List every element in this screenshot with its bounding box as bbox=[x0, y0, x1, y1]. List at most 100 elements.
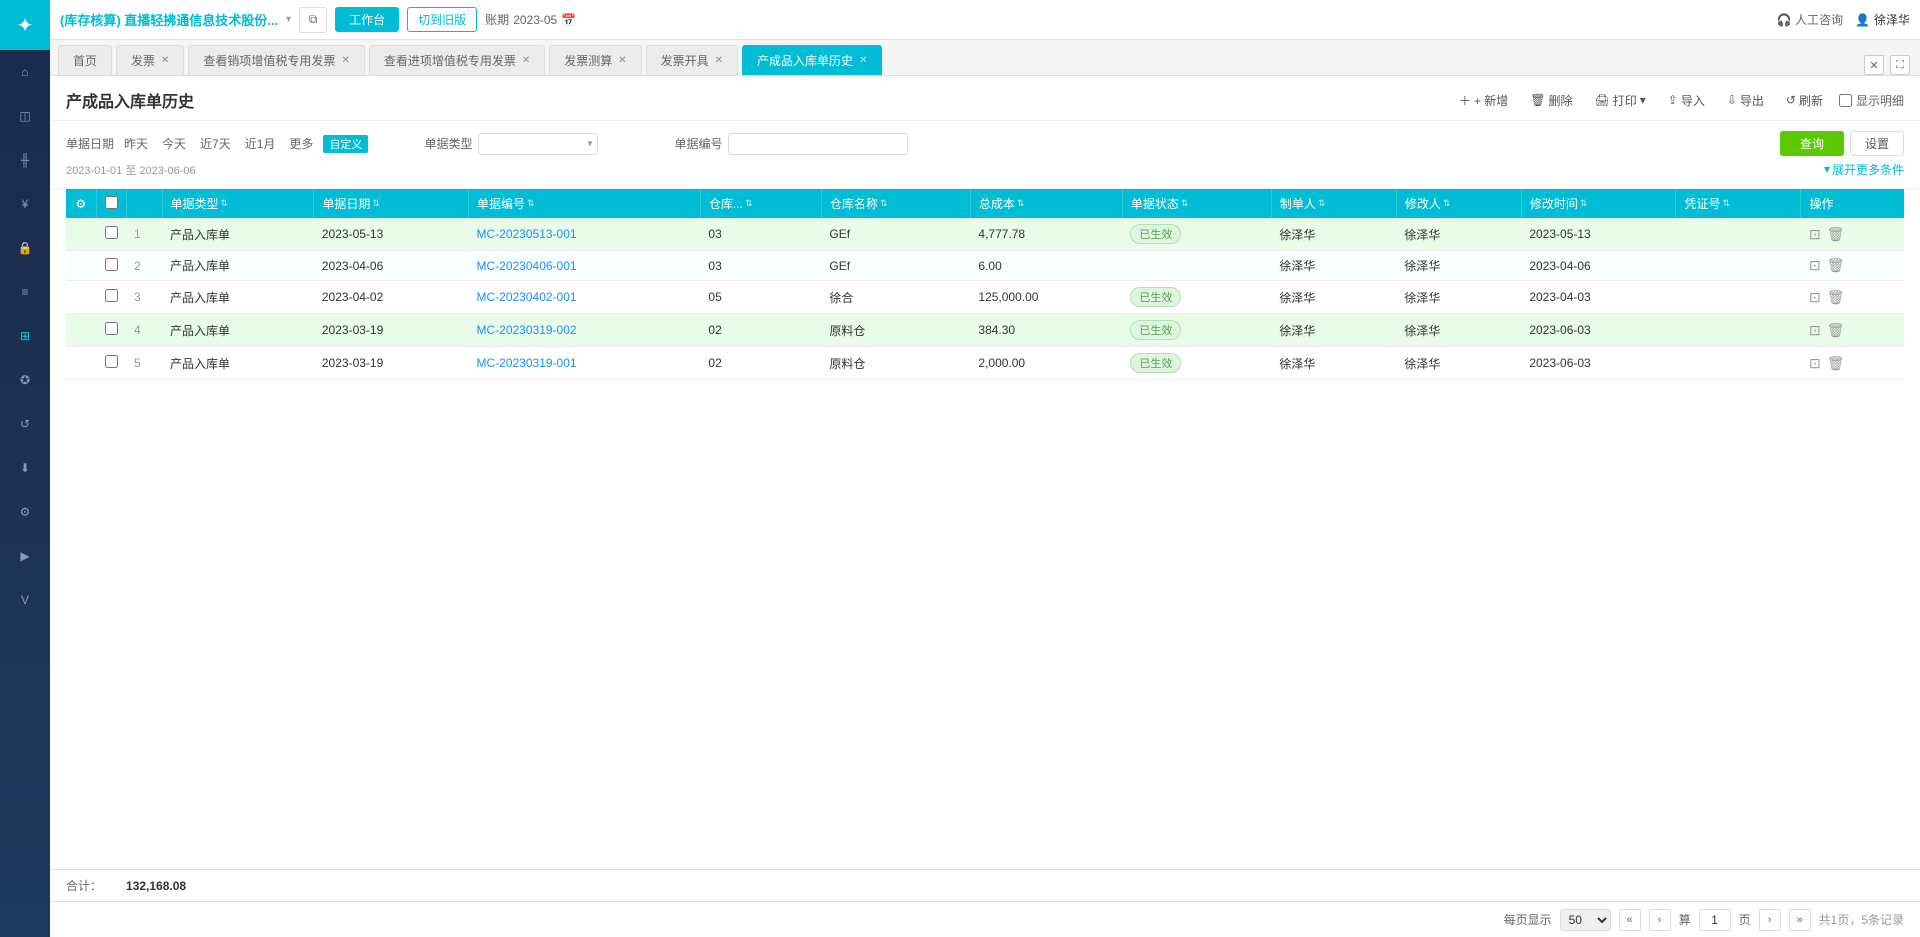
export-icon: ⇩ bbox=[1727, 93, 1737, 107]
export-button[interactable]: ⇩ 导出 bbox=[1721, 89, 1770, 112]
td-check[interactable] bbox=[96, 314, 126, 347]
sidebar-item-stamp[interactable]: ✪ bbox=[0, 358, 50, 402]
td-settings bbox=[66, 347, 96, 380]
tabbar: 首页 发票 ✕ 查看销项增值税专用发票 ✕ 查看进项增值税专用发票 ✕ 发票测算… bbox=[50, 40, 1920, 76]
th-checkbox[interactable] bbox=[96, 189, 126, 218]
custom-btn[interactable]: 自定义 bbox=[323, 135, 368, 153]
th-code[interactable]: 单据编号 ⇅ bbox=[469, 189, 701, 218]
workbench-button[interactable]: 工作台 bbox=[335, 7, 399, 32]
row-checkbox[interactable] bbox=[105, 355, 118, 368]
sidebar-item-settings[interactable]: ⚙ bbox=[0, 490, 50, 534]
trash-icon[interactable]: 🗑 bbox=[1827, 355, 1845, 372]
delete-button[interactable]: 🗑 删除 bbox=[1524, 89, 1578, 112]
tab-sales-invoice-close[interactable]: ✕ bbox=[341, 55, 349, 66]
sidebar-item-card[interactable]: ⊞ bbox=[0, 314, 50, 358]
tab-purchase-invoice[interactable]: 查看进项增值税专用发票 ✕ bbox=[369, 45, 545, 75]
month-btn[interactable]: 近1月 bbox=[241, 133, 280, 154]
td-check[interactable] bbox=[96, 281, 126, 314]
td-check[interactable] bbox=[96, 251, 126, 281]
set-button[interactable]: 设置 bbox=[1850, 131, 1904, 156]
tab-issue-close[interactable]: ✕ bbox=[715, 55, 723, 66]
td-date: 2023-03-19 bbox=[314, 314, 469, 347]
row-checkbox[interactable] bbox=[105, 226, 118, 239]
first-page-btn[interactable]: « bbox=[1619, 909, 1641, 931]
th-voucher[interactable]: 凭证号 ⇅ bbox=[1676, 189, 1801, 218]
query-button[interactable]: 查询 bbox=[1780, 131, 1844, 156]
sidebar-item-refresh[interactable]: ↺ bbox=[0, 402, 50, 446]
show-detail-checkbox[interactable] bbox=[1839, 94, 1852, 107]
th-type[interactable]: 单据类型 ⇅ bbox=[162, 189, 314, 218]
th-date[interactable]: 单据日期 ⇅ bbox=[314, 189, 469, 218]
per-page-select[interactable]: 50 100 bbox=[1560, 909, 1611, 931]
th-settings[interactable]: ⚙ bbox=[66, 189, 96, 218]
sidebar-item-download[interactable]: ⬇ bbox=[0, 446, 50, 490]
th-total-cost[interactable]: 总成本 ⇅ bbox=[970, 189, 1122, 218]
th-warehouse-code[interactable]: 仓库... ⇅ bbox=[700, 189, 821, 218]
type-select[interactable] bbox=[478, 133, 598, 155]
sidebar-item-play[interactable]: ▶ bbox=[0, 534, 50, 578]
support-label[interactable]: 🎧 人工咨询 bbox=[1777, 11, 1843, 28]
page-input[interactable] bbox=[1699, 909, 1731, 931]
next-page-btn[interactable]: › bbox=[1759, 909, 1781, 931]
th-modifier[interactable]: 修改人 ⇅ bbox=[1396, 189, 1521, 218]
row-checkbox[interactable] bbox=[105, 289, 118, 302]
expand-tabs-btn[interactable]: ⛶ bbox=[1890, 55, 1910, 75]
row-checkbox[interactable] bbox=[105, 322, 118, 335]
tab-history[interactable]: 产成品入库单历史 ✕ bbox=[742, 45, 882, 75]
prev-page-btn[interactable]: ‹ bbox=[1649, 909, 1671, 931]
print-button[interactable]: 🖨 打印 ▾ bbox=[1588, 89, 1651, 112]
edit-icon[interactable]: ⊡ bbox=[1809, 322, 1821, 339]
edit-icon[interactable]: ⊡ bbox=[1809, 289, 1821, 306]
tab-home[interactable]: 首页 bbox=[58, 45, 112, 75]
table-row: 4 产品入库单 2023-03-19 MC-20230319-002 02 原料… bbox=[66, 314, 1904, 347]
trash-icon[interactable]: 🗑 bbox=[1827, 322, 1845, 339]
tab-calc[interactable]: 发票测算 ✕ bbox=[549, 45, 641, 75]
copy-btn[interactable]: ⧉ bbox=[299, 7, 327, 33]
refresh-button[interactable]: ↺ 刷新 bbox=[1780, 89, 1829, 112]
tab-purchase-invoice-close[interactable]: ✕ bbox=[522, 55, 530, 66]
week-btn[interactable]: 近7天 bbox=[196, 133, 235, 154]
tab-history-close[interactable]: ✕ bbox=[859, 55, 867, 66]
edit-icon[interactable]: ⊡ bbox=[1809, 257, 1821, 274]
trash-icon[interactable]: 🗑 bbox=[1827, 289, 1845, 306]
tab-sales-invoice[interactable]: 查看销项增值税专用发票 ✕ bbox=[188, 45, 364, 75]
code-link[interactable]: MC-20230319-002 bbox=[477, 323, 577, 337]
edit-icon[interactable]: ⊡ bbox=[1809, 355, 1821, 372]
sidebar-item-chart[interactable]: ╫ bbox=[0, 138, 50, 182]
row-checkbox[interactable] bbox=[105, 258, 118, 271]
th-status[interactable]: 单据状态 ⇅ bbox=[1122, 189, 1271, 218]
th-modify-time[interactable]: 修改时间 ⇅ bbox=[1521, 189, 1676, 218]
switch-button[interactable]: 切到旧版 bbox=[407, 7, 477, 32]
sidebar-item-lock[interactable]: 🔒 bbox=[0, 226, 50, 270]
more-btn[interactable]: 更多 bbox=[285, 133, 317, 154]
yesterday-btn[interactable]: 昨天 bbox=[120, 133, 152, 154]
sidebar-item-home[interactable]: ⌂ bbox=[0, 50, 50, 94]
import-button[interactable]: ⇪ 导入 bbox=[1662, 89, 1711, 112]
code-link[interactable]: MC-20230406-001 bbox=[477, 259, 577, 273]
sidebar-item-v[interactable]: V bbox=[0, 578, 50, 622]
tab-invoice[interactable]: 发票 ✕ bbox=[116, 45, 184, 75]
close-all-btn[interactable]: ✕ bbox=[1864, 55, 1884, 75]
sidebar-item-doc[interactable]: ◫ bbox=[0, 94, 50, 138]
edit-icon[interactable]: ⊡ bbox=[1809, 226, 1821, 243]
tab-invoice-close[interactable]: ✕ bbox=[161, 55, 169, 66]
last-page-btn[interactable]: » bbox=[1789, 909, 1811, 931]
th-warehouse-name[interactable]: 仓库名称 ⇅ bbox=[821, 189, 970, 218]
code-link[interactable]: MC-20230513-001 bbox=[477, 227, 577, 241]
sidebar-item-list[interactable]: ≡ bbox=[0, 270, 50, 314]
trash-icon[interactable]: 🗑 bbox=[1827, 226, 1845, 243]
code-link[interactable]: MC-20230319-001 bbox=[477, 356, 577, 370]
expand-btn[interactable]: ▾ 展开更多条件 bbox=[1824, 161, 1904, 178]
sidebar-item-money[interactable]: ¥ bbox=[0, 182, 50, 226]
td-check[interactable] bbox=[96, 218, 126, 251]
number-input[interactable] bbox=[728, 133, 908, 155]
select-all-checkbox[interactable] bbox=[105, 196, 118, 209]
trash-icon[interactable]: 🗑 bbox=[1827, 257, 1845, 274]
tab-issue[interactable]: 发票开具 ✕ bbox=[646, 45, 738, 75]
new-button[interactable]: ＋ + 新增 bbox=[1453, 89, 1514, 112]
code-link[interactable]: MC-20230402-001 bbox=[477, 290, 577, 304]
today-btn[interactable]: 今天 bbox=[158, 133, 190, 154]
tab-calc-close[interactable]: ✕ bbox=[618, 55, 626, 66]
th-creator[interactable]: 制单人 ⇅ bbox=[1271, 189, 1396, 218]
td-check[interactable] bbox=[96, 347, 126, 380]
